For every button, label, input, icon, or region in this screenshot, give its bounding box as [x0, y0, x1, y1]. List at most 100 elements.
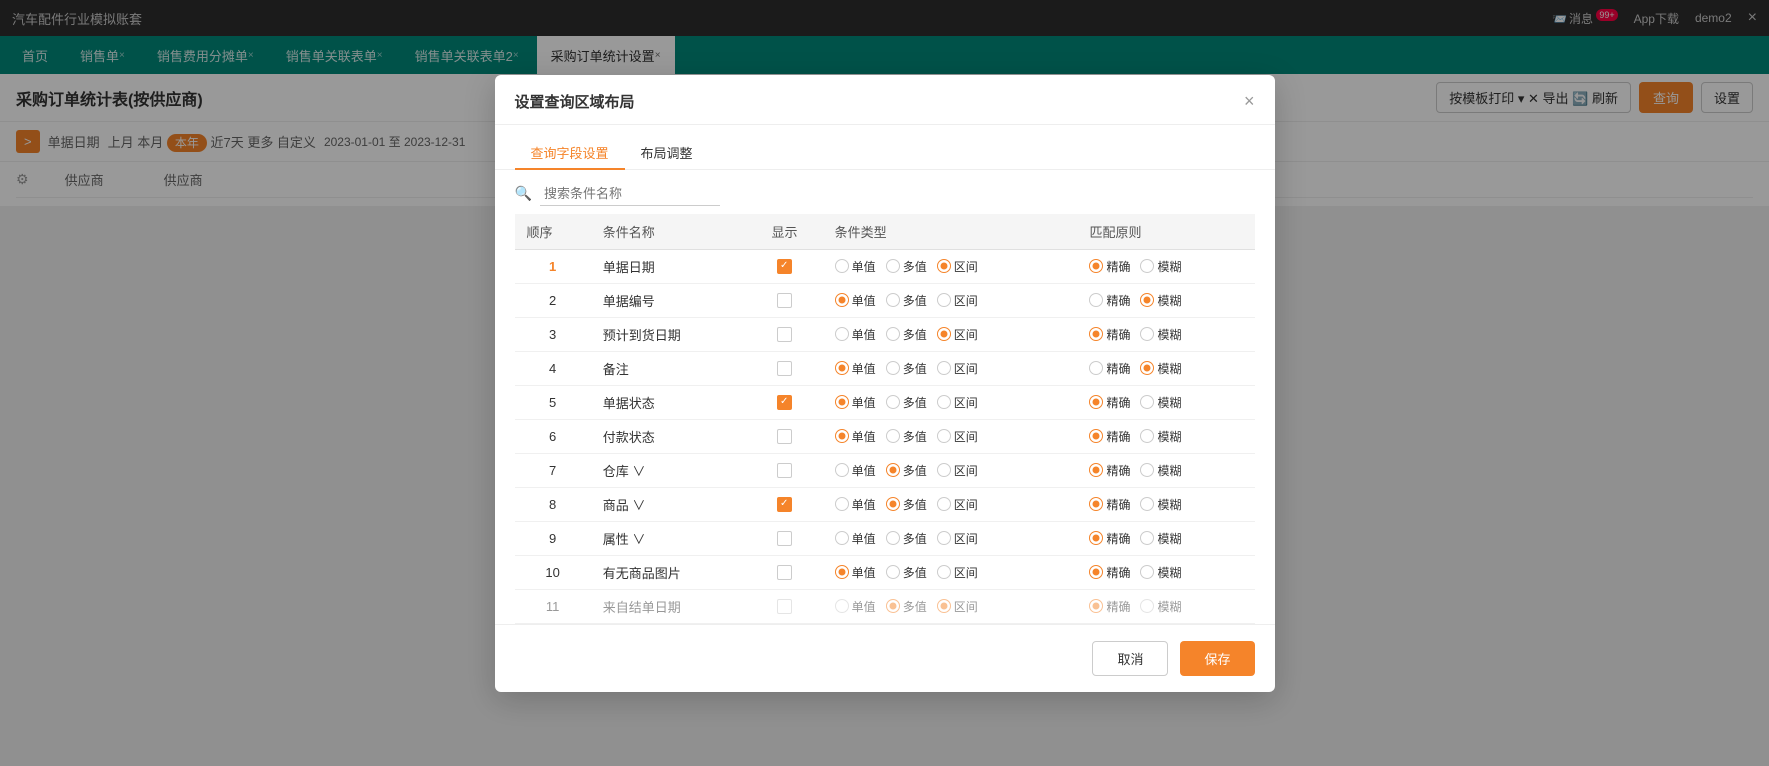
display-checkbox[interactable]	[777, 395, 792, 410]
match-radio-match_fuzzy[interactable]: 模糊	[1140, 394, 1181, 411]
type-radio-type_range[interactable]: 区间	[937, 598, 978, 615]
match-radio-match_fuzzy[interactable]: 模糊	[1140, 564, 1181, 581]
modal-tab-layout[interactable]: 布局调整	[625, 137, 709, 170]
match-radio-match_exact[interactable]: 精确	[1089, 258, 1130, 275]
display-checkbox[interactable]	[777, 463, 792, 478]
type-radio-type_single[interactable]: 单值	[835, 496, 876, 513]
match-radio-match_exact[interactable]: 精确	[1089, 326, 1130, 343]
match-radio-match_fuzzy[interactable]: 模糊	[1140, 496, 1181, 513]
display-checkbox[interactable]	[777, 599, 792, 614]
display-checkbox[interactable]	[777, 327, 792, 342]
type-radio-type_multi[interactable]: 多值	[886, 496, 927, 513]
type-radio-type_single[interactable]: 单值	[835, 326, 876, 343]
type-radio-type_single[interactable]: 单值	[835, 530, 876, 547]
modal-table: 顺序 条件名称 显示 条件类型 匹配原则 1单据日期单值多值区间精确模糊2单据编…	[515, 214, 1255, 624]
type-radio-type_single[interactable]: 单值	[835, 564, 876, 581]
row-display[interactable]	[746, 521, 822, 555]
type-radio-type_range[interactable]: 区间	[937, 530, 978, 547]
display-checkbox[interactable]	[777, 429, 792, 444]
match-radio-group: 精确模糊	[1089, 530, 1242, 547]
type-radio-type_multi[interactable]: 多值	[886, 428, 927, 445]
match-radio-group: 精确模糊	[1089, 496, 1242, 513]
match-radio-match_exact[interactable]: 精确	[1089, 428, 1130, 445]
type-radio-type_multi[interactable]: 多值	[886, 462, 927, 479]
type-radio-type_single[interactable]: 单值	[835, 258, 876, 275]
match-radio-match_exact[interactable]: 精确	[1089, 462, 1130, 479]
display-checkbox[interactable]	[777, 361, 792, 376]
save-button[interactable]: 保存	[1180, 641, 1254, 676]
match-radio-match_exact[interactable]: 精确	[1089, 530, 1130, 547]
type-radio-type_multi[interactable]: 多值	[886, 326, 927, 343]
match-radio-group: 精确模糊	[1089, 258, 1242, 275]
display-checkbox[interactable]	[777, 565, 792, 580]
row-display[interactable]	[746, 249, 822, 283]
type-radio-type_single[interactable]: 单值	[835, 360, 876, 377]
display-checkbox[interactable]	[777, 531, 792, 546]
row-display[interactable]	[746, 453, 822, 487]
match-radio-match_fuzzy[interactable]: 模糊	[1140, 258, 1181, 275]
row-display[interactable]	[746, 487, 822, 521]
type-radio-type_single[interactable]: 单值	[835, 428, 876, 445]
match-radio-match_fuzzy[interactable]: 模糊	[1140, 360, 1181, 377]
modal-overlay: 设置查询区域布局 × 查询字段设置 布局调整 🔍 顺序 条件名称 显示 条件类型	[0, 0, 1769, 766]
type-radio-type_range[interactable]: 区间	[937, 428, 978, 445]
type-radio-type_single[interactable]: 单值	[835, 292, 876, 309]
match-radio-match_exact[interactable]: 精确	[1089, 360, 1130, 377]
row-display[interactable]	[746, 589, 822, 623]
display-checkbox[interactable]	[777, 497, 792, 512]
match-radio-match_fuzzy[interactable]: 模糊	[1140, 292, 1181, 309]
match-radio-match_exact[interactable]: 精确	[1089, 598, 1130, 615]
match-radio-match_fuzzy[interactable]: 模糊	[1140, 326, 1181, 343]
match-radio-match_exact[interactable]: 精确	[1089, 496, 1130, 513]
modal-tabs: 查询字段设置 布局调整	[495, 125, 1275, 170]
type-radio-type_multi[interactable]: 多值	[886, 394, 927, 411]
type-radio-type_range[interactable]: 区间	[937, 462, 978, 479]
search-input[interactable]	[540, 182, 720, 206]
type-radio-type_range[interactable]: 区间	[937, 360, 978, 377]
type-radio-type_single[interactable]: 单值	[835, 394, 876, 411]
type-radio-type_multi[interactable]: 多值	[886, 258, 927, 275]
table-row: 11来自结单日期单值多值区间精确模糊	[515, 589, 1255, 623]
type-radio-type_single[interactable]: 单值	[835, 462, 876, 479]
type-radio-type_range[interactable]: 区间	[937, 292, 978, 309]
type-radio-type_multi[interactable]: 多值	[886, 292, 927, 309]
type-radio-type_range[interactable]: 区间	[937, 394, 978, 411]
type-radio-type_range[interactable]: 区间	[937, 258, 978, 275]
row-display[interactable]	[746, 351, 822, 385]
type-radio-type_single[interactable]: 单值	[835, 598, 876, 615]
type-radio-group: 单值多值区间	[835, 394, 1066, 411]
radio-dot	[1089, 531, 1103, 545]
match-radio-match_exact[interactable]: 精确	[1089, 394, 1130, 411]
match-radio-match_fuzzy[interactable]: 模糊	[1140, 428, 1181, 445]
display-checkbox[interactable]	[777, 259, 792, 274]
radio-dot	[835, 293, 849, 307]
row-type: 单值多值区间	[823, 589, 1078, 623]
match-radio-match_fuzzy[interactable]: 模糊	[1140, 530, 1181, 547]
type-radio-type_multi[interactable]: 多值	[886, 564, 927, 581]
row-display[interactable]	[746, 419, 822, 453]
type-radio-type_multi[interactable]: 多值	[886, 360, 927, 377]
row-match: 精确模糊	[1077, 419, 1254, 453]
match-radio-match_fuzzy[interactable]: 模糊	[1140, 598, 1181, 615]
row-display[interactable]	[746, 317, 822, 351]
match-radio-match_exact[interactable]: 精确	[1089, 292, 1130, 309]
type-radio-type_multi[interactable]: 多值	[886, 598, 927, 615]
match-radio-match_exact[interactable]: 精确	[1089, 564, 1130, 581]
row-display[interactable]	[746, 283, 822, 317]
type-radio-type_range[interactable]: 区间	[937, 564, 978, 581]
cancel-button[interactable]: 取消	[1092, 641, 1168, 676]
display-checkbox[interactable]	[777, 293, 792, 308]
radio-dot	[937, 259, 951, 273]
type-radio-type_range[interactable]: 区间	[937, 496, 978, 513]
type-radio-type_multi[interactable]: 多值	[886, 530, 927, 547]
row-order: 1	[515, 249, 591, 283]
modal-close-button[interactable]: ×	[1244, 91, 1255, 112]
row-type: 单值多值区间	[823, 453, 1078, 487]
match-radio-match_fuzzy[interactable]: 模糊	[1140, 462, 1181, 479]
row-display[interactable]	[746, 555, 822, 589]
type-radio-group: 单值多值区间	[835, 258, 1066, 275]
modal-tab-query-fields[interactable]: 查询字段设置	[515, 137, 625, 170]
row-match: 精确模糊	[1077, 487, 1254, 521]
type-radio-type_range[interactable]: 区间	[937, 326, 978, 343]
row-display[interactable]	[746, 385, 822, 419]
